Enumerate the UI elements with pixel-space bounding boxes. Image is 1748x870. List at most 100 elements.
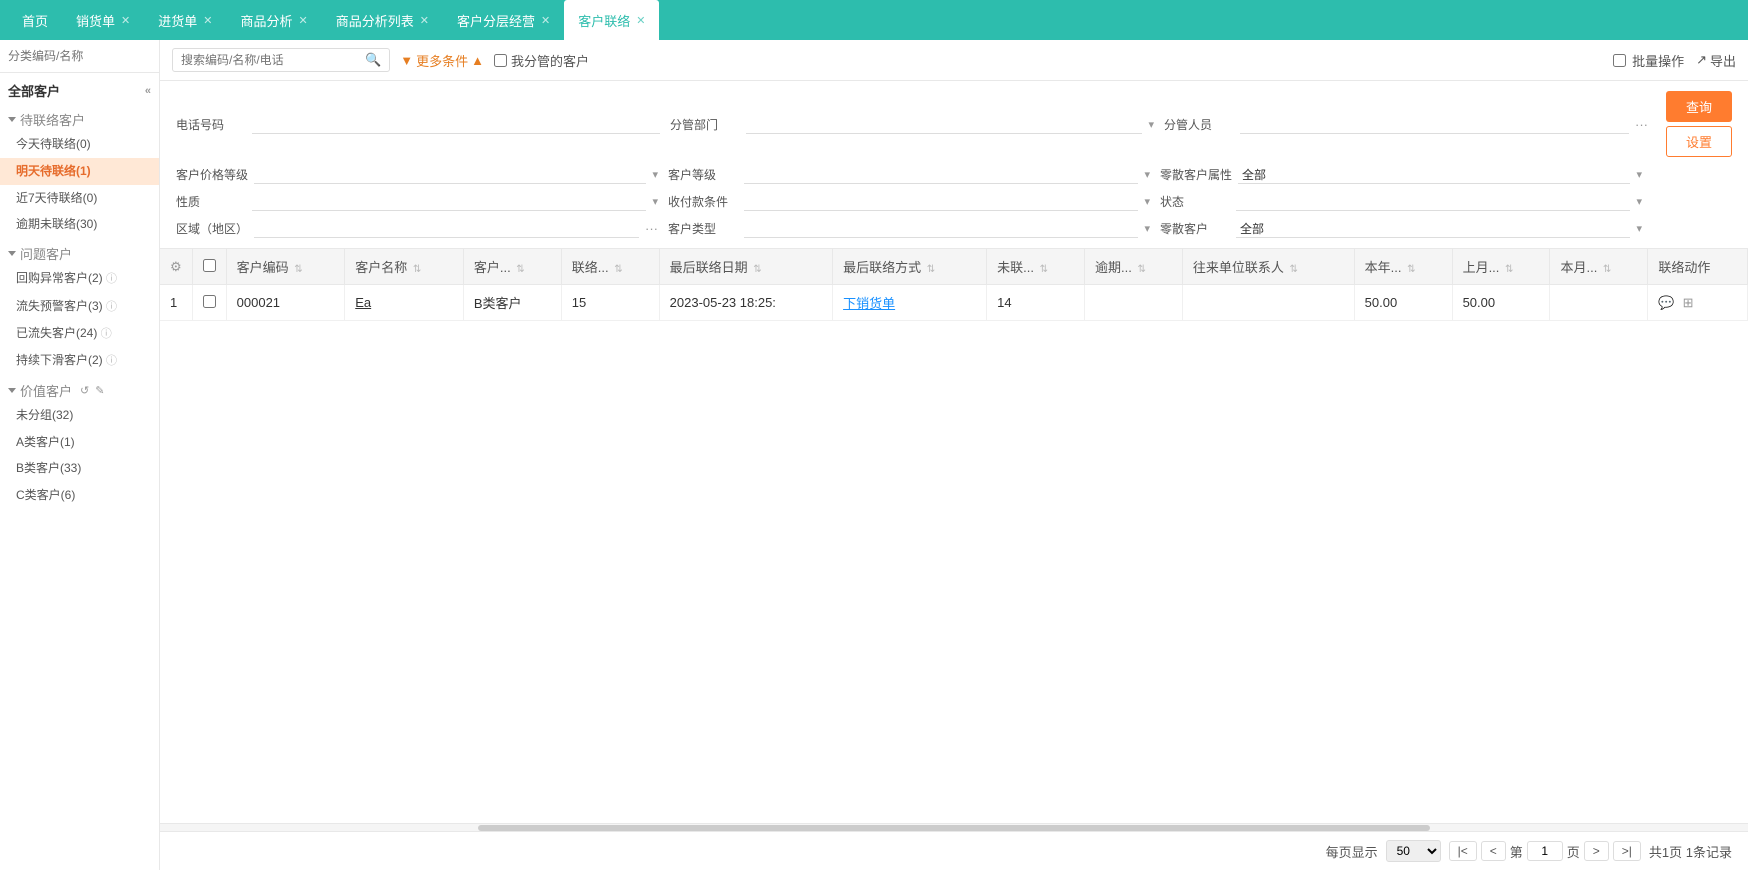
- col-last-month[interactable]: 上月... ⇅: [1452, 249, 1550, 285]
- col-unlinkd[interactable]: 未联... ⇅: [987, 249, 1085, 285]
- select-all-checkbox[interactable]: [203, 259, 216, 272]
- export-btn[interactable]: ↗ 导出: [1696, 51, 1736, 70]
- nav-customer-contact-close[interactable]: ✕: [636, 14, 645, 27]
- col-overdue[interactable]: 逾期... ⇅: [1085, 249, 1183, 285]
- my-customer-check-input[interactable]: [494, 54, 507, 67]
- sidebar-item-abnormal-repurchase[interactable]: 回购异常客户(2) ⓘ: [0, 265, 159, 292]
- last-page-btn[interactable]: >|: [1613, 841, 1641, 861]
- more-filter-btn[interactable]: ▼ 更多条件 ▲: [400, 51, 484, 70]
- horizontal-scrollbar[interactable]: [160, 823, 1748, 831]
- col-this-month[interactable]: 本月... ⇅: [1550, 249, 1648, 285]
- filter-input-retail-customer[interactable]: [1236, 219, 1630, 238]
- filter-cell-phone: 电话号码: [176, 115, 660, 134]
- set-button[interactable]: 设置: [1666, 126, 1732, 157]
- filter-label-phone: 电话号码: [176, 116, 246, 133]
- sidebar-item-class-a[interactable]: A类客户(1): [0, 429, 159, 456]
- export-icon: ↗: [1696, 52, 1707, 68]
- nav-customer-segment-close[interactable]: ✕: [541, 14, 550, 27]
- col-action: 联络动作: [1648, 249, 1748, 285]
- filter-cell-price-level: 客户价格等级 ▾: [176, 165, 658, 184]
- col-checkbox[interactable]: [192, 249, 226, 285]
- sidebar-item-today-contact[interactable]: 今天待联络(0): [0, 131, 159, 158]
- sidebar-item-class-b[interactable]: B类客户(33): [0, 455, 159, 482]
- cell-last-method[interactable]: 下销货单: [833, 285, 987, 321]
- prev-page-btn[interactable]: <: [1481, 841, 1506, 861]
- filter-panel: 电话号码 分管部门 ▾ 分管人员 ··· 查询 设置: [160, 81, 1748, 249]
- col-contact-count[interactable]: 联络... ⇅: [561, 249, 659, 285]
- dots-icon-region[interactable]: ···: [645, 221, 658, 236]
- filter-input-dept[interactable]: [746, 115, 1142, 134]
- sidebar-item-7days-contact[interactable]: 近7天待联络(0): [0, 185, 159, 212]
- dots-icon-manager[interactable]: ···: [1635, 117, 1648, 132]
- collapse-icon[interactable]: «: [145, 85, 151, 97]
- col-last-date[interactable]: 最后联络日期 ⇅: [659, 249, 832, 285]
- nav-goods-analysis-list[interactable]: 商品分析列表 ✕: [322, 0, 443, 40]
- chevron-down-icon-9: ▾: [1636, 222, 1642, 235]
- query-button[interactable]: 查询: [1666, 91, 1732, 122]
- col-this-year[interactable]: 本年... ⇅: [1354, 249, 1452, 285]
- nav-customer-contact[interactable]: 客户联络 ✕: [564, 0, 659, 40]
- col-settings[interactable]: ⚙: [160, 249, 192, 285]
- sidebar-item-churned[interactable]: 已流失客户(24) ⓘ: [0, 320, 159, 347]
- group-problem-customers[interactable]: 问题客户: [0, 238, 159, 265]
- nav-purchase[interactable]: 进货单 ✕: [144, 0, 226, 40]
- cell-action[interactable]: 💬 ⊞: [1648, 285, 1748, 321]
- sidebar-item-tomorrow-contact[interactable]: 明天待联络(1): [0, 158, 159, 185]
- cell-unlinkd: 14: [987, 285, 1085, 321]
- row-checkbox[interactable]: [203, 295, 216, 308]
- sidebar-search-area: 🔍: [0, 40, 159, 73]
- cell-code: 000021: [226, 285, 345, 321]
- nav-sales[interactable]: 销货单 ✕: [62, 0, 144, 40]
- filter-input-manager[interactable]: [1240, 115, 1629, 134]
- nav-goods-analysis-close[interactable]: ✕: [299, 14, 308, 27]
- nav-home[interactable]: 首页: [8, 0, 62, 40]
- grid-icon[interactable]: ⊞: [1683, 295, 1694, 311]
- nav-purchase-close[interactable]: ✕: [203, 14, 212, 27]
- col-last-method[interactable]: 最后联络方式 ⇅: [833, 249, 987, 285]
- nav-goods-analysis[interactable]: 商品分析 ✕: [226, 0, 321, 40]
- sidebar-item-churn-warning[interactable]: 流失预警客户(3) ⓘ: [0, 293, 159, 320]
- filter-input-status[interactable]: [1236, 192, 1630, 211]
- col-type[interactable]: 客户... ⇅: [463, 249, 561, 285]
- per-page-select[interactable]: 50 100 200: [1386, 840, 1441, 862]
- filter-input-price-level[interactable]: [254, 165, 646, 184]
- filter-input-region[interactable]: [254, 219, 639, 238]
- group-value-customers[interactable]: 价值客户 ↺ ✎: [0, 375, 159, 402]
- search-input[interactable]: [181, 53, 361, 67]
- sidebar-item-unclassified[interactable]: 未分组(32): [0, 402, 159, 429]
- filter-label-status: 状态: [1160, 193, 1230, 210]
- nav-sales-close[interactable]: ✕: [121, 14, 130, 27]
- cell-type: B类客户: [463, 285, 561, 321]
- cell-name[interactable]: Ea: [345, 285, 464, 321]
- chevron-down-icon-7: ▾: [1636, 195, 1642, 208]
- all-customers-header[interactable]: 全部客户 «: [0, 73, 159, 104]
- page-input[interactable]: [1527, 841, 1563, 861]
- filter-input-nature[interactable]: [252, 192, 646, 211]
- comment-icon[interactable]: 💬: [1658, 295, 1674, 311]
- filter-input-payment[interactable]: [744, 192, 1138, 211]
- col-contact-person[interactable]: 往来单位联系人 ⇅: [1182, 249, 1354, 285]
- sidebar-item-declining[interactable]: 持续下滑客户(2) ⓘ: [0, 347, 159, 374]
- filter-input-retail-attr[interactable]: [1238, 165, 1630, 184]
- filter-input-customer-type[interactable]: [744, 219, 1138, 238]
- cell-checkbox[interactable]: [192, 285, 226, 321]
- sidebar-search-input[interactable]: [8, 49, 160, 63]
- filter-input-customer-level[interactable]: [744, 165, 1138, 184]
- search-icon[interactable]: 🔍: [365, 52, 381, 68]
- batch-op-checkbox[interactable]: [1613, 54, 1626, 67]
- sidebar-item-overdue-contact[interactable]: 逾期未联络(30): [0, 211, 159, 238]
- next-page-btn[interactable]: >: [1584, 841, 1609, 861]
- my-customer-checkbox[interactable]: 我分管的客户: [494, 51, 589, 70]
- col-code[interactable]: 客户编码 ⇅: [226, 249, 345, 285]
- filter-cell-retail-customer: 零散客户 ▾: [1160, 219, 1642, 238]
- nav-customer-segment[interactable]: 客户分层经营 ✕: [443, 0, 564, 40]
- group-pending-contact[interactable]: 待联络客户: [0, 104, 159, 131]
- first-page-btn[interactable]: |<: [1449, 841, 1477, 861]
- scrollbar-thumb[interactable]: [478, 825, 1431, 831]
- sidebar-item-class-c[interactable]: C类客户(6): [0, 482, 159, 509]
- cell-this-year: 50.00: [1354, 285, 1452, 321]
- batch-op-btn[interactable]: 批量操作: [1613, 51, 1684, 70]
- col-name[interactable]: 客户名称 ⇅: [345, 249, 464, 285]
- filter-input-phone[interactable]: [252, 115, 660, 134]
- nav-goods-analysis-list-close[interactable]: ✕: [420, 14, 429, 27]
